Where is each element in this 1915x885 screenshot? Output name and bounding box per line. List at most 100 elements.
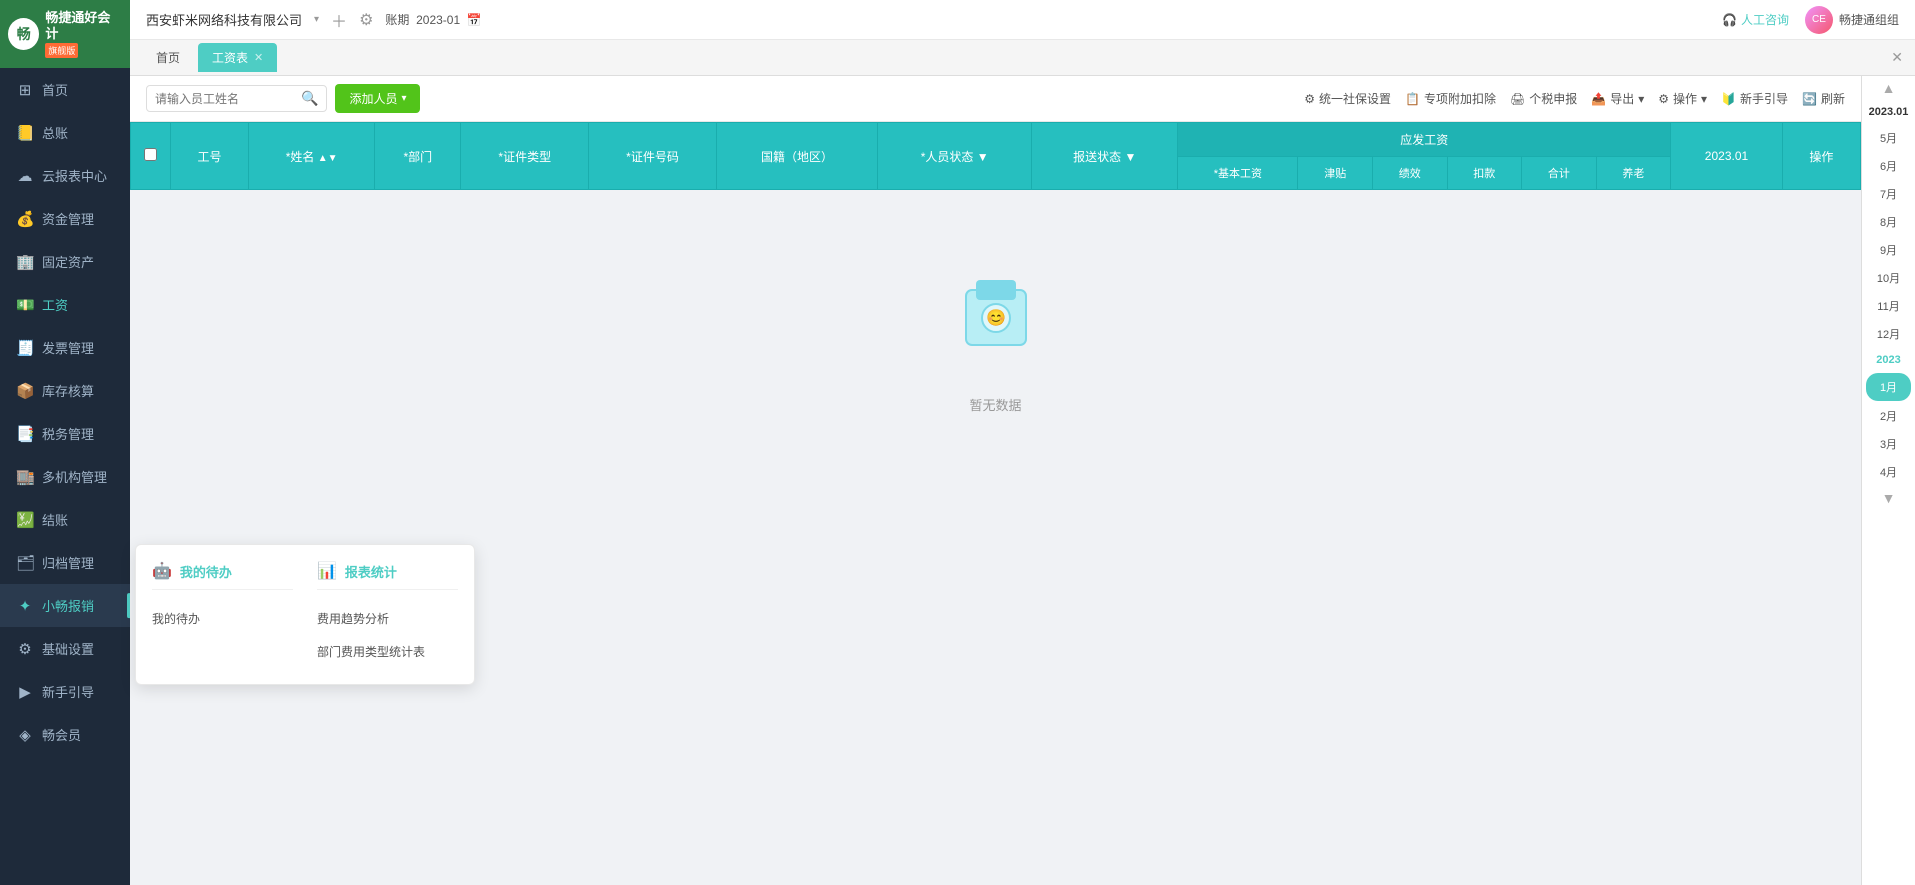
select-all-checkbox[interactable]	[144, 148, 157, 161]
service-button[interactable]: 🎧 人工咨询	[1722, 11, 1789, 28]
close-all-button[interactable]: ✕	[1891, 49, 1903, 66]
tab-salary[interactable]: 工资表 ✕	[198, 43, 277, 72]
right-month-12[interactable]: 12月	[1862, 320, 1915, 348]
toolbar: 🔍 添加人员 ▾ ⚙ 统一社保设置 📋 专项附加扣除	[130, 76, 1861, 122]
sidebar-item-basic-settings[interactable]: ⚙ 基础设置	[0, 627, 130, 670]
social-icon: ⚙	[1304, 92, 1315, 106]
sidebar-item-label: 归档管理	[42, 553, 94, 572]
sidebar-item-label: 首页	[42, 80, 68, 99]
svg-text:😊: 😊	[986, 309, 1006, 327]
company-name: 西安虾米网络科技有限公司	[146, 10, 302, 29]
home-icon: ⊞	[16, 81, 34, 99]
sidebar-item-label: 多机构管理	[42, 467, 107, 486]
invoice-icon: 🧾	[16, 339, 34, 357]
right-panel-current-year: 2023	[1876, 348, 1900, 372]
sidebar-item-member[interactable]: ◈ 畅会员	[0, 713, 130, 756]
sidebar-item-tax[interactable]: 📑 税务管理	[0, 412, 130, 455]
popup-item-trend[interactable]: 费用趋势分析	[317, 602, 458, 635]
sidebar-item-fund[interactable]: 💰 资金管理	[0, 197, 130, 240]
right-month-7[interactable]: 7月	[1862, 180, 1915, 208]
operations-action[interactable]: ⚙ 操作 ▾	[1658, 90, 1707, 107]
sidebar-item-label: 总账	[42, 123, 68, 142]
right-month-6[interactable]: 6月	[1862, 152, 1915, 180]
popup-col-report: 📊 报表统计 费用趋势分析 部门费用类型统计表	[317, 561, 458, 668]
right-month-4[interactable]: 4月	[1862, 458, 1915, 486]
sidebar-item-xiaochang[interactable]: ✦ 小畅报销	[0, 584, 130, 627]
company-dropdown-icon[interactable]: ▾	[314, 14, 319, 25]
sidebar-item-label: 税务管理	[42, 424, 94, 443]
sidebar-item-inventory[interactable]: 📦 库存核算	[0, 369, 130, 412]
sidebar-item-label: 库存核算	[42, 381, 94, 400]
right-month-5[interactable]: 5月	[1862, 124, 1915, 152]
popup-col-header-report: 📊 报表统计	[317, 561, 458, 590]
social-insurance-action[interactable]: ⚙ 统一社保设置	[1304, 90, 1391, 107]
multi-org-icon: 🏬	[16, 468, 34, 486]
th-bonus: 绩效	[1372, 157, 1447, 190]
export-icon: 📤	[1591, 92, 1606, 106]
logo-icon: 畅	[8, 18, 39, 50]
right-month-11[interactable]: 11月	[1862, 292, 1915, 320]
export-action[interactable]: 📤 导出 ▾	[1591, 90, 1644, 107]
special-deduction-action[interactable]: 📋 专项附加扣除	[1405, 90, 1496, 107]
inventory-icon: 📦	[16, 382, 34, 400]
right-month-1[interactable]: 1月	[1866, 373, 1911, 401]
right-month-8[interactable]: 8月	[1862, 208, 1915, 236]
sidebar-item-settlement[interactable]: 💹 结账	[0, 498, 130, 541]
popup-item-todo[interactable]: 我的待办	[152, 602, 293, 635]
checkbox-header[interactable]	[131, 123, 171, 190]
right-panel-next[interactable]: ▼	[1878, 486, 1900, 510]
deduction-icon: 📋	[1405, 92, 1420, 106]
popup-menu: 🤖 我的待办 我的待办 📊 报表统计 费用趋势分析 部门费用类型统计表	[135, 544, 475, 685]
tab-close-icon[interactable]: ✕	[254, 51, 263, 64]
sidebar-item-label: 工资	[42, 295, 68, 314]
th-pension: 养老	[1596, 157, 1671, 190]
salary-icon: 💵	[16, 296, 34, 314]
th-deduction: 扣款	[1447, 157, 1522, 190]
tab-home[interactable]: 首页	[142, 43, 194, 72]
right-panel: ▲ 2023.01 5月 6月 7月 8月 9月 10月 11月 12月 202…	[1861, 76, 1915, 885]
right-month-9[interactable]: 9月	[1862, 236, 1915, 264]
th-id-type: *证件类型	[461, 123, 589, 190]
search-box[interactable]: 🔍	[146, 85, 327, 112]
refresh-action[interactable]: 🔄 刷新	[1802, 90, 1845, 107]
sidebar-item-label: 畅会员	[42, 725, 81, 744]
new-guide-action[interactable]: 🔰 新手引导	[1721, 90, 1788, 107]
filter-icon[interactable]: ▼	[977, 150, 989, 164]
popup-item-dept[interactable]: 部门费用类型统计表	[317, 635, 458, 668]
user-menu[interactable]: CE 畅捷通组组	[1805, 6, 1899, 34]
search-input[interactable]	[155, 92, 295, 106]
topbar: 西安虾米网络科技有限公司 ▾ ＋ ⚙ 账期 2023-01 📅 🎧 人工咨询 C…	[130, 0, 1915, 40]
sidebar-item-label: 结账	[42, 510, 68, 529]
right-month-10[interactable]: 10月	[1862, 264, 1915, 292]
sidebar-item-fixed-assets[interactable]: 🏢 固定资产	[0, 240, 130, 283]
popup-col-todo: 🤖 我的待办 我的待办	[152, 561, 293, 668]
right-month-2[interactable]: 2月	[1862, 402, 1915, 430]
avatar: CE	[1805, 6, 1833, 34]
empty-text: 暂无数据	[969, 395, 1021, 414]
sidebar-item-multi-org[interactable]: 🏬 多机构管理	[0, 455, 130, 498]
th-name: *姓名 ▲▼	[249, 123, 375, 190]
sidebar-item-label: 基础设置	[42, 639, 94, 658]
th-department: *部门	[375, 123, 461, 190]
sidebar-item-salary[interactable]: 💵 工资	[0, 283, 130, 326]
personal-tax-action[interactable]: 🖨 个税申报	[1510, 90, 1577, 107]
sidebar-item-general-ledger[interactable]: 📒 总账	[0, 111, 130, 154]
cloud-icon: ☁	[16, 167, 34, 185]
right-month-3[interactable]: 3月	[1862, 430, 1915, 458]
sidebar-item-home[interactable]: ⊞ 首页	[0, 68, 130, 111]
right-panel-prev[interactable]: ▲	[1878, 76, 1900, 100]
close-all-icon[interactable]: ✕	[1891, 49, 1903, 65]
th-person-status: *人员状态 ▼	[878, 123, 1032, 190]
sidebar-item-new-guide[interactable]: ▶ 新手引导	[0, 670, 130, 713]
settings-button[interactable]: ⚙	[359, 10, 373, 30]
calendar-icon[interactable]: 📅	[467, 13, 482, 27]
sidebar-item-invoice[interactable]: 🧾 发票管理	[0, 326, 130, 369]
salary-table: 工号 *姓名 ▲▼ *部门 *证件类型 *证件号码 国籍（地区） *人员状态 ▼…	[130, 122, 1861, 494]
filter-icon2[interactable]: ▼	[1125, 150, 1137, 164]
sidebar-item-archive[interactable]: 🗂 归档管理	[0, 541, 130, 584]
add-company-button[interactable]: ＋	[331, 8, 347, 32]
archive-icon: 🗂	[16, 554, 34, 572]
sidebar-item-cloud-report[interactable]: ☁ 云报表中心	[0, 154, 130, 197]
add-person-button[interactable]: 添加人员 ▾	[335, 84, 420, 113]
operations-dropdown-icon: ▾	[1701, 92, 1707, 106]
